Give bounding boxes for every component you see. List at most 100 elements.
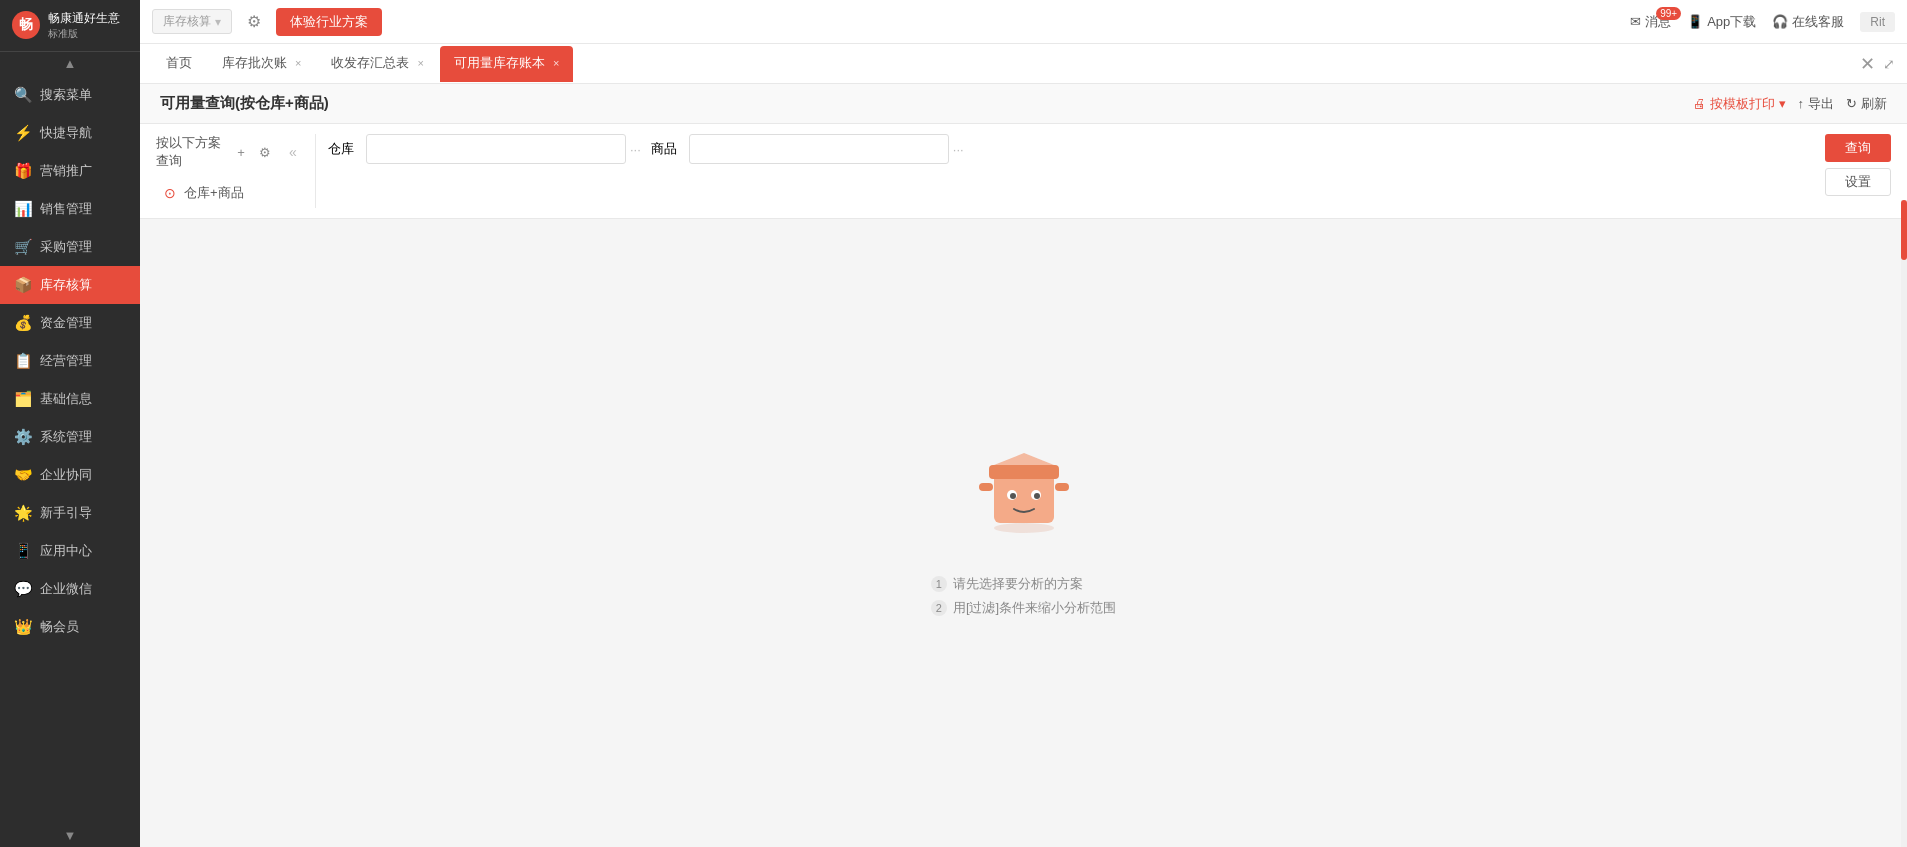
goods-field: 商品 ··· xyxy=(651,134,964,164)
svg-marker-2 xyxy=(994,453,1054,465)
marketing-icon: 🎁 xyxy=(14,162,32,180)
sidebar-item-appcenter[interactable]: 📱 应用中心 xyxy=(0,532,140,570)
right-scrollbar[interactable] xyxy=(1901,200,1907,847)
tip-text-2: 用[过滤]条件来缩小分析范围 xyxy=(953,599,1116,617)
scroll-up-arrow[interactable]: ▲ xyxy=(0,52,140,76)
message-button[interactable]: ✉ 消息 99+ xyxy=(1630,13,1671,31)
sidebar-item-label: 资金管理 xyxy=(40,314,92,332)
tab-home-label: 首页 xyxy=(166,54,192,72)
tab-receipt-summary-close[interactable]: × xyxy=(417,57,423,69)
corpwechat-icon: 💬 xyxy=(14,580,32,598)
message-icon: ✉ xyxy=(1630,14,1641,29)
service-button[interactable]: 🎧 在线客服 xyxy=(1772,13,1844,31)
tab-batch-ledger[interactable]: 库存批次账 × xyxy=(208,46,315,82)
sidebar: 畅 畅康通好生意 标准版 ▲ 🔍 搜索菜单 ⚡ 快捷导航 🎁 营销推广 📊 销售… xyxy=(0,0,140,847)
template-print-button[interactable]: 🖨 按模板打印 ▾ xyxy=(1693,95,1786,113)
goods-label: 商品 xyxy=(651,140,677,158)
chevron-down-icon: ▾ xyxy=(215,15,221,29)
sidebar-item-label: 库存核算 xyxy=(40,276,92,294)
sidebar-item-newguide[interactable]: 🌟 新手引导 xyxy=(0,494,140,532)
tab-available-ledger[interactable]: 可用量库存账本 × xyxy=(440,46,573,82)
tab-batch-ledger-label: 库存批次账 xyxy=(222,54,287,72)
operations-icon: 📋 xyxy=(14,352,32,370)
settings-scheme-btn[interactable]: ⚙ xyxy=(255,142,275,162)
collapse-scheme-btn[interactable]: « xyxy=(283,142,303,162)
tab-receipt-summary[interactable]: 收发存汇总表 × xyxy=(317,46,437,82)
goods-input[interactable] xyxy=(689,134,949,164)
sidebar-item-cooperation[interactable]: 🤝 企业协同 xyxy=(0,456,140,494)
basicinfo-icon: 🗂️ xyxy=(14,390,32,408)
empty-state: 1 请先选择要分析的方案 2 用[过滤]条件来缩小分析范围 xyxy=(140,219,1907,847)
add-scheme-btn[interactable]: + xyxy=(231,142,251,162)
system-icon: ⚙️ xyxy=(14,428,32,446)
sidebar-item-label: 搜索菜单 xyxy=(40,86,92,104)
user-avatar[interactable]: Rit xyxy=(1860,12,1895,32)
filter-scheme-item[interactable]: ⊙ 仓库+商品 xyxy=(156,178,303,208)
warehouse-input-wrap: 仓库 ··· xyxy=(328,134,641,164)
sidebar-item-label: 采购管理 xyxy=(40,238,92,256)
tip-text-1: 请先选择要分析的方案 xyxy=(953,575,1083,593)
inventory-icon: 📦 xyxy=(14,276,32,294)
sidebar-item-corpwechat[interactable]: 💬 企业微信 xyxy=(0,570,140,608)
sidebar-item-inventory[interactable]: 📦 库存核算 xyxy=(0,266,140,304)
sidebar-item-label: 系统管理 xyxy=(40,428,92,446)
gear-button[interactable]: ⚙ xyxy=(240,8,268,36)
sidebar-item-label: 经营管理 xyxy=(40,352,92,370)
settings-button[interactable]: 设置 xyxy=(1825,168,1891,196)
sidebar-item-purchase[interactable]: 🛒 采购管理 xyxy=(0,228,140,266)
sidebar-item-operations[interactable]: 📋 经营管理 xyxy=(0,342,140,380)
svg-rect-0 xyxy=(994,473,1054,523)
sidebar-item-vip[interactable]: 👑 畅会员 xyxy=(0,608,140,646)
tab-available-ledger-label: 可用量库存账本 xyxy=(454,54,545,72)
appcenter-icon: 📱 xyxy=(14,542,32,560)
sidebar-item-finance[interactable]: 💰 资金管理 xyxy=(0,304,140,342)
app-icon: 📱 xyxy=(1687,14,1703,29)
tab-home[interactable]: 首页 xyxy=(152,46,206,82)
search-icon: 🔍 xyxy=(14,86,32,104)
scrollbar-thumb xyxy=(1901,200,1907,260)
newguide-icon: 🌟 xyxy=(14,504,32,522)
svg-point-9 xyxy=(994,523,1054,533)
filter-scheme-label: 按以下方案查询 xyxy=(156,134,231,170)
tab-receipt-summary-label: 收发存汇总表 xyxy=(331,54,409,72)
quicknav-icon: ⚡ xyxy=(14,124,32,142)
export-button[interactable]: ↑ 导出 xyxy=(1798,95,1835,113)
template-print-label: 按模板打印 xyxy=(1710,95,1775,113)
sidebar-item-label: 营销推广 xyxy=(40,162,92,180)
empty-svg-illustration xyxy=(974,443,1074,543)
industry-btn[interactable]: 体验行业方案 xyxy=(276,8,382,36)
sidebar-item-label: 新手引导 xyxy=(40,504,92,522)
refresh-button[interactable]: ↻ 刷新 xyxy=(1846,95,1887,113)
warehouse-more-icon[interactable]: ··· xyxy=(630,142,641,157)
sidebar-item-label: 畅会员 xyxy=(40,618,79,636)
page-header-actions: 🖨 按模板打印 ▾ ↑ 导出 ↻ 刷新 xyxy=(1693,95,1888,113)
main-area: 库存核算 ▾ ⚙ 体验行业方案 ✉ 消息 99+ 📱 App下载 🎧 在线客服 … xyxy=(140,0,1907,847)
topbar: 库存核算 ▾ ⚙ 体验行业方案 ✉ 消息 99+ 📱 App下载 🎧 在线客服 … xyxy=(140,0,1907,44)
sidebar-item-search[interactable]: 🔍 搜索菜单 xyxy=(0,76,140,114)
close-tab-btn[interactable]: ✕ xyxy=(1860,53,1875,75)
sidebar-item-system[interactable]: ⚙️ 系统管理 xyxy=(0,418,140,456)
warehouse-field: 仓库 ··· xyxy=(328,134,641,164)
filter-scheme-panel: 按以下方案查询 + ⚙ « ⊙ 仓库+商品 xyxy=(156,134,316,208)
scroll-down-arrow[interactable]: ▼ xyxy=(0,823,140,847)
filter-scheme-actions: + ⚙ « xyxy=(231,142,303,162)
app-download-button[interactable]: 📱 App下载 xyxy=(1687,13,1756,31)
warehouse-input[interactable] xyxy=(366,134,626,164)
service-icon: 🎧 xyxy=(1772,14,1788,29)
expand-btn[interactable]: ⤢ xyxy=(1883,56,1895,72)
sidebar-item-label: 基础信息 xyxy=(40,390,92,408)
export-label: 导出 xyxy=(1808,95,1834,113)
sidebar-item-marketing[interactable]: 🎁 营销推广 xyxy=(0,152,140,190)
tab-batch-ledger-close[interactable]: × xyxy=(295,57,301,69)
template-print-chevron: ▾ xyxy=(1779,96,1786,111)
finance-icon: 💰 xyxy=(14,314,32,332)
query-button[interactable]: 查询 xyxy=(1825,134,1891,162)
tab-available-ledger-close[interactable]: × xyxy=(553,57,559,69)
sidebar-item-label: 企业微信 xyxy=(40,580,92,598)
goods-more-icon[interactable]: ··· xyxy=(953,142,964,157)
sidebar-nav: 🔍 搜索菜单 ⚡ 快捷导航 🎁 营销推广 📊 销售管理 🛒 采购管理 📦 库存核… xyxy=(0,76,140,823)
sidebar-item-basicinfo[interactable]: 🗂️ 基础信息 xyxy=(0,380,140,418)
tabbar: 首页 库存批次账 × 收发存汇总表 × 可用量库存账本 × ✕ ⤢ xyxy=(140,44,1907,84)
sidebar-item-sales[interactable]: 📊 销售管理 xyxy=(0,190,140,228)
sidebar-item-quicknav[interactable]: ⚡ 快捷导航 xyxy=(0,114,140,152)
